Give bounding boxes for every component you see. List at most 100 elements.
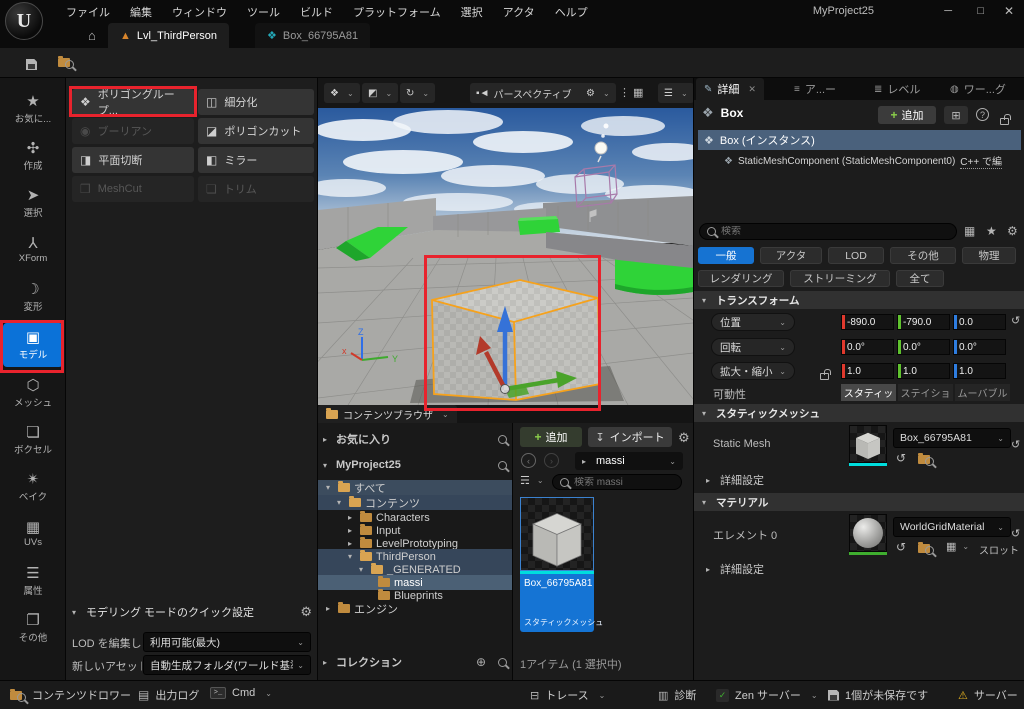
browse-to-asset-icon[interactable] <box>918 453 934 466</box>
tree-item-engine[interactable]: ▸ エンジン <box>326 602 398 616</box>
lod-edit-dropdown[interactable]: 利用可能(最大) ⌄ <box>143 632 311 652</box>
rail-model[interactable]: ▣ モデル <box>3 323 63 367</box>
filter-pill-general[interactable]: 一般 <box>698 247 754 264</box>
tab-level[interactable]: ▲ Lvl_ThirdPerson <box>108 23 229 48</box>
use-selected-icon[interactable]: ↺ <box>896 451 906 465</box>
tab-asset[interactable]: ❖ Box_66795A81 <box>255 23 371 48</box>
expander-icon[interactable]: ▸ <box>323 435 331 444</box>
scale-z-field[interactable]: 1.0 <box>953 363 1006 379</box>
back-icon[interactable]: ‹ <box>521 453 536 468</box>
rail-voxel[interactable]: ❏ ボクセル <box>0 417 66 463</box>
search-icon[interactable] <box>498 460 507 470</box>
filter-pill-streaming[interactable]: ストリーミング <box>790 270 890 287</box>
mobility-movable[interactable]: ムーバブル <box>955 384 1010 401</box>
help-icon[interactable]: ? <box>976 108 989 121</box>
static-mesh-thumbnail[interactable] <box>849 425 887 463</box>
gear-icon[interactable]: ⚙ <box>1007 224 1018 238</box>
expander-icon[interactable]: ▾ <box>72 608 80 617</box>
forward-icon[interactable]: › <box>544 453 559 468</box>
add-collection-icon[interactable]: ⊕ <box>476 655 486 669</box>
staticmesh-advanced[interactable]: ▸ 詳細設定 <box>706 472 764 488</box>
scale-lock-icon[interactable] <box>820 369 832 380</box>
gear-icon[interactable]: ⚙ <box>300 604 312 620</box>
details-search-input[interactable] <box>721 226 949 237</box>
table-view-icon[interactable]: ▦ <box>964 224 975 238</box>
tab-details[interactable]: ✎ 詳細 ✕ <box>696 78 764 100</box>
expander-icon[interactable]: ▾ <box>323 461 331 470</box>
tool-mirror[interactable]: ◧ ミラー <box>198 147 314 173</box>
import-button[interactable]: ↧ インポート <box>588 427 672 447</box>
content-browser-tab[interactable]: コンテンツブラウザ ⌄ <box>318 405 457 423</box>
trace-dropdown[interactable]: ⊟ トレース ⌄ <box>530 687 605 703</box>
rail-deform[interactable]: ☽ 変形 <box>0 274 66 320</box>
output-log-button[interactable]: ▤ 出力ログ <box>138 687 199 703</box>
tab-world-settings[interactable]: ◍ ワー...グ <box>942 78 1014 100</box>
tab-levels[interactable]: ≣ レベル <box>866 78 928 100</box>
component-row-staticmesh[interactable]: ❖ StaticMeshComponent (StaticMeshCompone… <box>724 153 1021 169</box>
tool-meshcut[interactable]: ❒ MeshCut <box>72 176 194 202</box>
tree-item-input[interactable]: ▸ Input <box>348 524 400 537</box>
rail-xform[interactable]: ⅄ XForm <box>0 227 66 273</box>
mobility-static[interactable]: スタティッ <box>841 384 896 401</box>
menu-edit[interactable]: 編集 <box>120 0 162 23</box>
filter-pill-rendering[interactable]: レンダリング <box>698 270 784 287</box>
viewport-options-icon[interactable]: ⋮ <box>619 86 630 99</box>
scale-x-field[interactable]: 1.0 <box>841 363 894 379</box>
gear-icon[interactable]: ⚙ <box>678 430 690 446</box>
rotation-dropdown[interactable]: 回転 ⌄ <box>711 338 795 356</box>
viewport-select-dropdown[interactable]: ❖ ⌄ <box>324 83 360 103</box>
save-icon[interactable] <box>26 57 37 75</box>
texture-options-icon[interactable]: ▦ ⌄ <box>946 540 969 553</box>
tree-item-characters[interactable]: ▸ Characters <box>348 511 430 524</box>
filter-pill-misc[interactable]: その他 <box>890 247 956 264</box>
cpp-edit-link[interactable]: C++ で編 <box>960 153 1002 169</box>
rail-select[interactable]: ➤ 選択 <box>0 180 66 226</box>
scale-y-field[interactable]: 1.0 <box>897 363 950 379</box>
asset-search[interactable] <box>552 474 682 490</box>
close-button[interactable]: ✕ <box>1004 4 1014 18</box>
zen-server-dropdown[interactable]: ✓ Zen サーバー ⌄ <box>716 687 818 703</box>
viewport-menu-dropdown[interactable]: ☰ ⌄ <box>658 83 694 103</box>
favorites-section[interactable]: ▸ お気に入り <box>323 429 507 449</box>
reset-icon[interactable]: ↺ <box>1011 527 1020 540</box>
filter-pill-all[interactable]: 全て <box>896 270 944 287</box>
tab-outliner[interactable]: ≡ ア...ー <box>786 78 844 100</box>
viewport-layout-icon[interactable]: ▦ <box>633 86 643 99</box>
static-mesh-dropdown[interactable]: Box_66795A81 ⌄ <box>893 428 1011 448</box>
component-row-instance[interactable]: ❖ Box (インスタンス) <box>698 130 1021 150</box>
rail-misc[interactable]: ❐ その他 <box>0 605 66 651</box>
details-search[interactable] <box>699 223 957 240</box>
expander-icon[interactable]: ▸ <box>323 658 331 667</box>
tool-polygroup-edit[interactable]: ❖ ポリゴングループ... <box>72 89 194 117</box>
add-component-button[interactable]: + 追加 <box>878 106 936 124</box>
perspective-dropdown[interactable]: ▪◄パースペクティブ⌄ <box>470 83 593 103</box>
rail-uvs[interactable]: ▦ UVs <box>0 511 66 557</box>
menu-select[interactable]: 選択 <box>451 0 493 23</box>
star-icon[interactable]: ★ <box>986 224 997 238</box>
location-dropdown[interactable]: 位置 ⌄ <box>711 313 795 331</box>
server-status[interactable]: ⚠ サーバー <box>958 687 1018 703</box>
viewport-rotate-dropdown[interactable]: ↻ ⌄ <box>400 83 436 103</box>
menu-help[interactable]: ヘルプ <box>545 0 598 23</box>
rotation-y-field[interactable]: 0.0° <box>897 339 950 355</box>
content-drawer-button[interactable]: コンテンツドロワー <box>10 687 131 703</box>
transform-section-header[interactable]: ▾ トランスフォーム <box>694 291 1024 309</box>
rail-mesh[interactable]: ⬡ メッシュ <box>0 370 66 416</box>
maximize-button[interactable]: □ <box>977 5 984 17</box>
search-icon[interactable] <box>498 657 507 667</box>
asset-label[interactable]: Box_66795A81 スタティックメッシュ <box>520 574 603 632</box>
staticmesh-section-header[interactable]: ▾ スタティックメッシュ <box>694 404 1024 422</box>
filter-pill-actor[interactable]: アクタ <box>760 247 822 264</box>
unreal-logo-icon[interactable]: U <box>5 2 43 40</box>
reset-icon[interactable]: ↺ <box>1011 314 1020 327</box>
close-icon[interactable]: ✕ <box>748 84 756 95</box>
diagnostics-button[interactable]: ▥ 診断 <box>658 687 696 703</box>
materials-advanced[interactable]: ▸ 詳細設定 <box>706 561 764 577</box>
browse-to-asset-icon[interactable] <box>918 542 934 555</box>
breadcrumb[interactable]: ▸ massi ⌄ <box>575 452 683 470</box>
location-x-field[interactable]: -890.0 <box>841 314 894 330</box>
menu-window[interactable]: ウィンドウ <box>162 0 237 23</box>
rail-bake[interactable]: ✴ ベイク <box>0 464 66 510</box>
home-icon[interactable]: ⌂ <box>88 28 96 43</box>
filter-pill-lod[interactable]: LOD <box>828 247 884 264</box>
